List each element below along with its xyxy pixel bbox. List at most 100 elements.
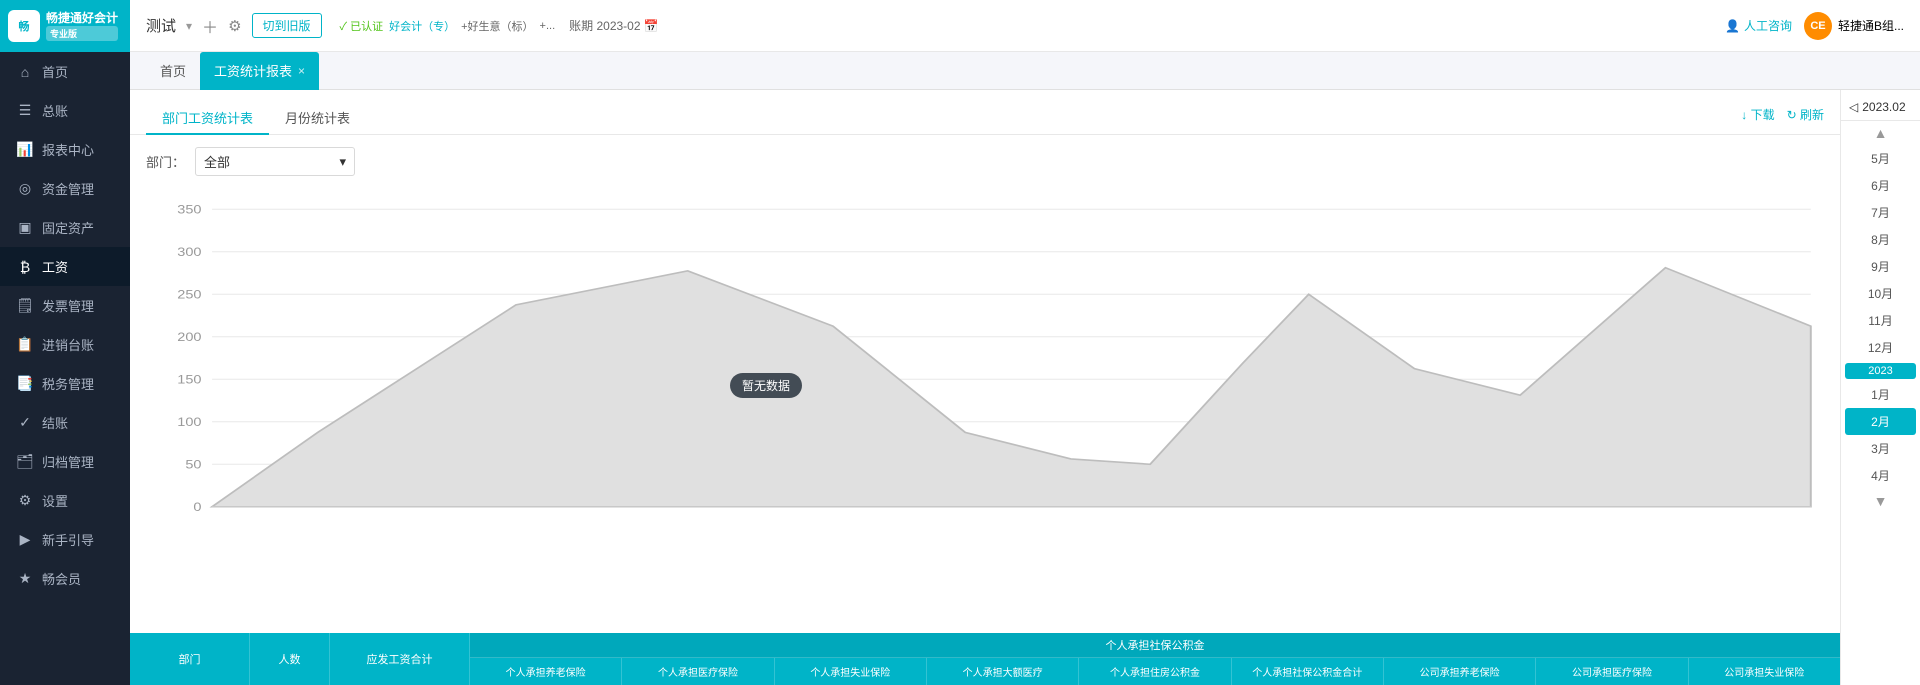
archive-icon: 🗂: [16, 453, 34, 470]
content-area: 部门工资统计表 月份统计表 ↓ 下载 ↻ 刷新 部门： 全部 ▾: [130, 90, 1920, 685]
th-company-unemployment: 公司承担失业保险: [1689, 658, 1840, 685]
funds-icon: ◎: [16, 180, 34, 197]
subtabs-bar: 部门工资统计表 月份统计表 ↓ 下载 ↻ 刷新: [130, 90, 1840, 135]
th-company-pension: 公司承担养老保险: [1384, 658, 1536, 685]
period-label: 账期 2023-02 📅: [569, 17, 659, 34]
user-menu[interactable]: CE 轻捷通B组...: [1804, 12, 1904, 40]
svg-text:350: 350: [177, 203, 201, 216]
invoice-icon: 🗒: [16, 297, 34, 314]
sidebar-item-label: 设置: [42, 491, 68, 510]
month-6[interactable]: 6月: [1841, 172, 1920, 199]
topbar-settings-icon[interactable]: ⚙: [228, 17, 241, 35]
tax-icon: 📑: [16, 375, 34, 392]
sidebar-item-settings[interactable]: ⚙ 设置: [0, 481, 130, 520]
membership-icon: ★: [16, 570, 34, 587]
dept-select[interactable]: 全部 ▾: [195, 147, 355, 176]
download-button[interactable]: ↓ 下载: [1741, 106, 1774, 123]
date-nav-down[interactable]: ▼: [1841, 489, 1920, 513]
switch-version-button[interactable]: 切到旧版: [252, 13, 322, 38]
tab-close-icon[interactable]: ×: [298, 64, 305, 78]
select-arrow-icon: ▾: [339, 154, 346, 170]
sidebar-item-assets[interactable]: ▣ 固定资产: [0, 208, 130, 247]
sidebar-item-guide[interactable]: ▶ 新手引导: [0, 520, 130, 559]
avatar: CE: [1804, 12, 1832, 40]
sidebar-item-home[interactable]: ⌂ 首页: [0, 52, 130, 91]
svg-text:250: 250: [177, 288, 201, 301]
svg-text:50: 50: [185, 458, 201, 471]
month-11[interactable]: 11月: [1841, 307, 1920, 334]
month-8[interactable]: 8月: [1841, 226, 1920, 253]
month-10[interactable]: 10月: [1841, 280, 1920, 307]
help-icon: 👤: [1725, 19, 1740, 33]
month-3[interactable]: 3月: [1841, 435, 1920, 462]
sidebar-item-tax[interactable]: 📑 税务管理: [0, 364, 130, 403]
svg-text:100: 100: [177, 415, 201, 428]
tab-salary-report[interactable]: 工资统计报表 ×: [200, 52, 319, 90]
logo-badge: 专业版: [46, 26, 118, 41]
sidebar-item-membership[interactable]: ★ 畅会员: [0, 559, 130, 598]
checkout-icon: ✓: [16, 414, 34, 431]
svg-text:300: 300: [177, 245, 201, 258]
chart-area: 350 300 250 200 150 100 50 0 暂无数据: [130, 188, 1840, 633]
sidebar-item-reports[interactable]: 📊 报表中心: [0, 130, 130, 169]
sidebar-item-label: 归档管理: [42, 452, 94, 471]
th-company-medical: 公司承担医疗保险: [1536, 658, 1688, 685]
chart-svg: 350 300 250 200 150 100 50 0: [146, 188, 1824, 528]
month-7[interactable]: 7月: [1841, 199, 1920, 226]
svg-text:0: 0: [193, 500, 201, 513]
svg-text:150: 150: [177, 373, 201, 386]
sidebar-item-label: 进销台账: [42, 335, 94, 354]
th-personal-unemployment: 个人承担失业保险: [775, 658, 927, 685]
month-2-active[interactable]: 2月: [1845, 408, 1916, 435]
sidebar-item-label: 固定资产: [42, 218, 94, 237]
help-button[interactable]: 👤 人工咨询: [1725, 17, 1792, 34]
salary-icon: ₿: [16, 259, 34, 275]
th-personal-major-medical: 个人承担大额医疗: [927, 658, 1079, 685]
sidebar-item-sales[interactable]: 📋 进销台账: [0, 325, 130, 364]
tab-home[interactable]: 首页: [146, 52, 200, 90]
month-12[interactable]: 12月: [1841, 334, 1920, 361]
app-logo: 畅 畅捷通好会计 专业版: [0, 0, 130, 52]
topbar-add-icon[interactable]: ＋: [202, 14, 218, 38]
date-nav-up[interactable]: ▲: [1841, 121, 1920, 145]
th-salary-total: 应发工资合计: [330, 633, 470, 685]
th-group-cells: 个人承担养老保险 个人承担医疗保险 个人承担失业保险 个人承担大额医疗 个人承担: [470, 658, 1840, 685]
sidebar-item-ledger[interactable]: ☰ 总账: [0, 91, 130, 130]
sidebar-item-label: 总账: [42, 101, 68, 120]
sidebar-item-funds[interactable]: ◎ 资金管理: [0, 169, 130, 208]
certified-badge: ✓ 已认证: [340, 18, 384, 34]
calendar-icon: ◁: [1849, 100, 1858, 114]
subtab-monthly[interactable]: 月份统计表: [269, 102, 366, 135]
accounting-badge: 好会计（专）: [389, 18, 455, 34]
sidebar-item-label: 资金管理: [42, 179, 94, 198]
month-9[interactable]: 9月: [1841, 253, 1920, 280]
table-header: 部门 人数 应发工资合计 个人承担社保公积金 个人承担养老保险: [130, 633, 1840, 685]
username-label: 轻捷通B组...: [1838, 17, 1904, 34]
content-main: 部门工资统计表 月份统计表 ↓ 下载 ↻ 刷新 部门： 全部 ▾: [130, 90, 1840, 685]
month-5[interactable]: 5月: [1841, 145, 1920, 172]
month-1[interactable]: 1月: [1841, 381, 1920, 408]
sidebar-item-invoice[interactable]: 🗒 发票管理: [0, 286, 130, 325]
sidebar-item-label: 首页: [42, 62, 68, 81]
subtab-actions: ↓ 下载 ↻ 刷新: [1741, 106, 1824, 131]
month-4[interactable]: 4月: [1841, 462, 1920, 489]
th-group-personal: 个人承担社保公积金 个人承担养老保险 个人承担医疗保险 个人承担失业保险 个人承…: [470, 633, 1840, 685]
dropdown-arrow-icon[interactable]: ▾: [186, 19, 192, 33]
filter-label: 部门：: [146, 152, 185, 171]
settings-icon: ⚙: [16, 492, 34, 509]
date-display: ◁ 2023.02: [1841, 94, 1920, 121]
sidebar-item-salary[interactable]: ₿ 工资: [0, 247, 130, 286]
subtab-dept[interactable]: 部门工资统计表: [146, 102, 269, 135]
th-personal-housing-fund: 个人承担住房公积金: [1079, 658, 1231, 685]
sidebar-item-checkout[interactable]: ✓ 结账: [0, 403, 130, 442]
th-count: 人数: [250, 633, 330, 685]
th-personal-medical: 个人承担医疗保险: [622, 658, 774, 685]
sidebar-item-label: 税务管理: [42, 374, 94, 393]
home-icon: ⌂: [16, 64, 34, 80]
topbar-badges: ✓ 已认证 好会计（专） +好生意（标） +...: [340, 18, 556, 34]
sidebar-item-label: 新手引导: [42, 530, 94, 549]
topbar: 测试 ▾ ＋ ⚙ 切到旧版 ✓ 已认证 好会计（专） +好生意（标） +... …: [130, 0, 1920, 52]
refresh-button[interactable]: ↻ 刷新: [1787, 106, 1824, 123]
sidebar-item-archive[interactable]: 🗂 归档管理: [0, 442, 130, 481]
topbar-right: 👤 人工咨询 CE 轻捷通B组...: [1725, 12, 1904, 40]
